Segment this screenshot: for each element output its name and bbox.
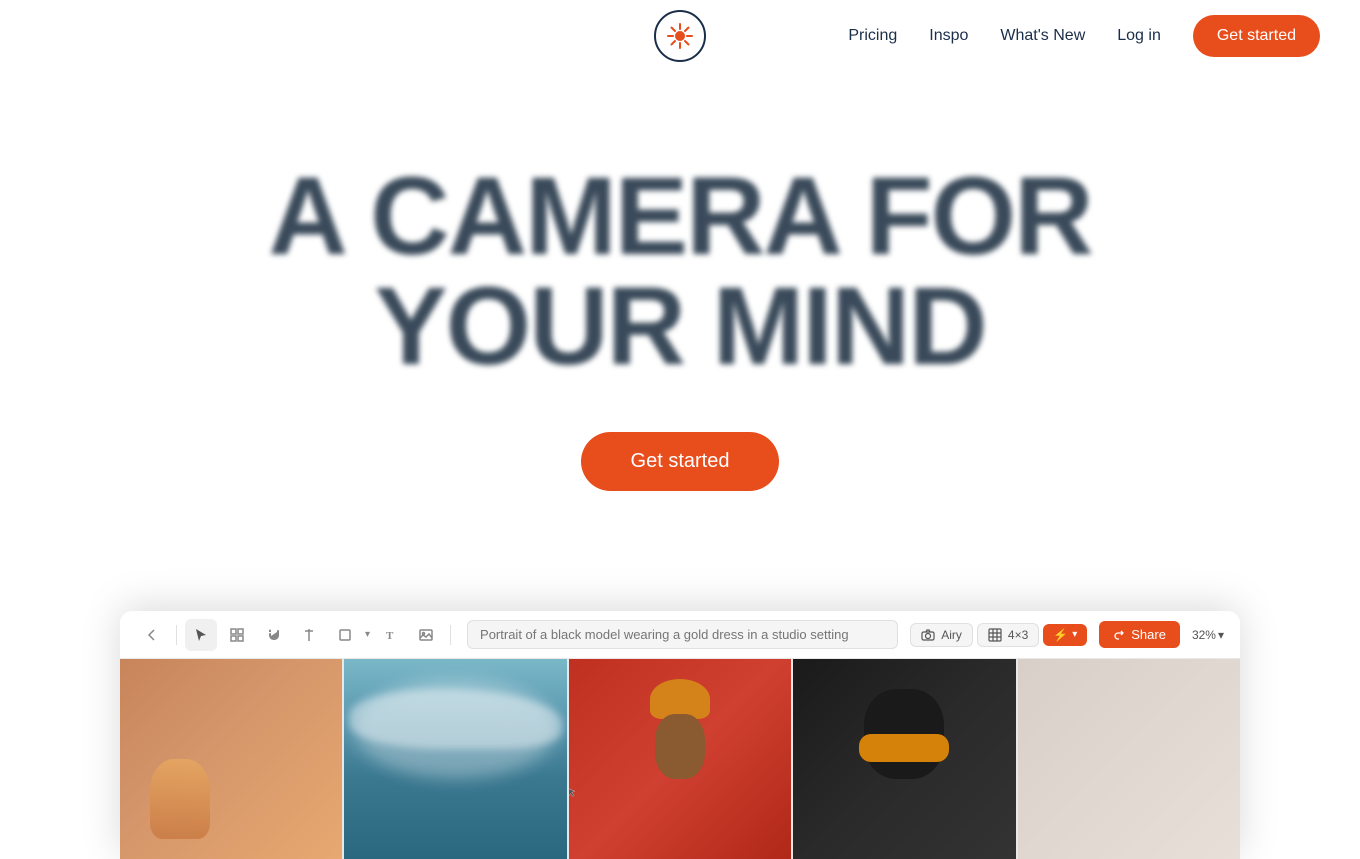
hero-title: A CAMERA FOR YOUR MIND xyxy=(268,162,1091,382)
nav-pricing[interactable]: Pricing xyxy=(848,27,897,45)
image-tool[interactable] xyxy=(410,619,442,651)
hero-get-started-button[interactable]: Get started xyxy=(581,432,780,491)
generate-badge[interactable]: ⚡ ▾ xyxy=(1043,624,1087,646)
share-button[interactable]: Share xyxy=(1099,621,1180,648)
svg-text:T: T xyxy=(386,630,394,642)
camera-badge-label: Airy xyxy=(941,628,962,642)
image-cell-2[interactable] xyxy=(344,659,566,859)
zoom-control[interactable]: 32% ▾ xyxy=(1192,628,1224,642)
pan-tool[interactable] xyxy=(257,619,289,651)
generate-badge-dropdown: ▾ xyxy=(1072,629,1077,640)
text-tool[interactable] xyxy=(293,619,325,651)
toolbar-divider-1 xyxy=(176,625,177,645)
shape-tool[interactable] xyxy=(329,619,361,651)
toolbar: ▾ T Airy xyxy=(120,611,1240,659)
prompt-input[interactable] xyxy=(467,620,898,649)
image-cell-5[interactable] xyxy=(1018,659,1240,859)
image-cell-1[interactable] xyxy=(120,659,342,859)
camera-icon xyxy=(921,628,935,642)
toolbar-divider-2 xyxy=(450,625,451,645)
nav-whats-new[interactable]: What's New xyxy=(1000,27,1085,45)
type-tool[interactable]: T xyxy=(374,619,406,651)
logo-icon xyxy=(666,22,694,50)
nav-login[interactable]: Log in xyxy=(1117,27,1161,45)
navbar-right: Pricing Inspo What's New Log in Get star… xyxy=(706,15,1320,57)
navbar: Pricing Inspo What's New Log in Get star… xyxy=(0,0,1360,72)
camera-badge[interactable]: Airy xyxy=(910,623,973,647)
share-label: Share xyxy=(1131,627,1166,642)
flash-icon: ⚡ xyxy=(1053,628,1068,642)
navbar-center xyxy=(654,10,706,62)
app-preview: ▾ T Airy xyxy=(120,611,1240,859)
select-tool[interactable] xyxy=(185,619,217,651)
share-icon xyxy=(1113,629,1125,641)
zoom-dropdown-icon: ▾ xyxy=(1218,628,1224,642)
grid-badge[interactable]: 4×3 xyxy=(977,623,1039,647)
hero-section: A CAMERA FOR YOUR MIND Get started xyxy=(0,0,1360,580)
zoom-value: 32% xyxy=(1192,628,1216,642)
grid-badge-label: 4×3 xyxy=(1008,628,1028,642)
grid-tool[interactable] xyxy=(221,619,253,651)
grid-icon xyxy=(988,628,1002,642)
image-cell-3[interactable] xyxy=(569,659,791,859)
nav-get-started-button[interactable]: Get started xyxy=(1193,15,1320,57)
shape-tool-dropdown[interactable]: ▾ xyxy=(365,629,370,640)
nav-inspo[interactable]: Inspo xyxy=(929,27,968,45)
cursor-icon xyxy=(569,787,576,799)
back-button[interactable] xyxy=(136,619,168,651)
image-grid xyxy=(120,659,1240,859)
logo[interactable] xyxy=(654,10,706,62)
image-cell-4[interactable] xyxy=(793,659,1015,859)
